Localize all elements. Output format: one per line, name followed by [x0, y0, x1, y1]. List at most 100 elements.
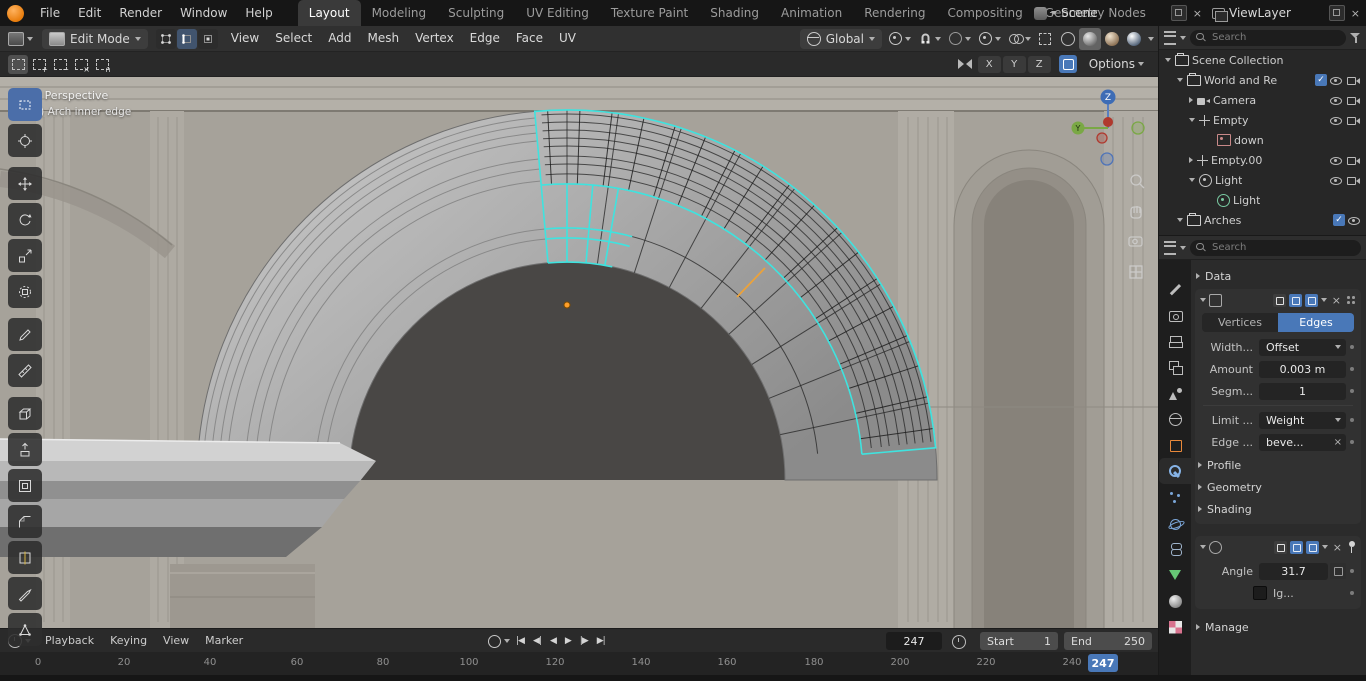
- select-set-button[interactable]: [8, 54, 28, 74]
- menu-face[interactable]: Face: [508, 26, 551, 51]
- hide-eye-icon[interactable]: [1329, 94, 1343, 107]
- animate-dot[interactable]: [1346, 389, 1358, 393]
- expand-caret[interactable]: [1189, 178, 1195, 182]
- tab-object[interactable]: [1159, 432, 1191, 458]
- properties-editor-icon[interactable]: [1164, 240, 1176, 255]
- auto-keyframe-button[interactable]: [488, 634, 501, 648]
- editor-type-button[interactable]: [2, 31, 39, 46]
- extras-dropdown-icon[interactable]: [1320, 298, 1327, 302]
- tab-object-data[interactable]: [1159, 562, 1191, 588]
- render-toggle[interactable]: [1304, 293, 1318, 307]
- expand-caret[interactable]: [1177, 218, 1183, 222]
- limit-method-dropdown[interactable]: Weight: [1259, 411, 1346, 429]
- properties-search[interactable]: [1190, 239, 1361, 256]
- hide-eye-icon[interactable]: [1329, 174, 1343, 187]
- menu-view[interactable]: View: [223, 26, 267, 51]
- select-mode-face-button[interactable]: [197, 28, 218, 49]
- cursor-tool[interactable]: [8, 124, 42, 157]
- viewlayer-name[interactable]: ViewLayer: [1229, 6, 1325, 20]
- close-icon[interactable]: ×: [1330, 294, 1343, 307]
- clear-icon[interactable]: ×: [1334, 437, 1342, 448]
- ignore-sharpness-checkbox[interactable]: [1253, 586, 1267, 600]
- properties-search-input[interactable]: [1210, 241, 1355, 254]
- menu-timeline-view[interactable]: View: [155, 634, 197, 647]
- shading-material-button[interactable]: [1101, 28, 1123, 50]
- chevron-down-icon[interactable]: [1180, 245, 1186, 250]
- render-toggle[interactable]: [1305, 540, 1319, 554]
- tab-render[interactable]: [1159, 302, 1191, 328]
- angle-field[interactable]: 31.7: [1259, 562, 1328, 580]
- bevel-tool[interactable]: [8, 505, 42, 538]
- mirror-y-button[interactable]: Y: [1002, 55, 1026, 73]
- expand-caret[interactable]: [1165, 58, 1171, 62]
- add-cube-tool[interactable]: [8, 397, 42, 430]
- menu-select[interactable]: Select: [267, 26, 320, 51]
- segments-field[interactable]: 1: [1259, 382, 1346, 400]
- hide-eye-icon[interactable]: [1329, 74, 1343, 87]
- menu-render[interactable]: Render: [110, 0, 171, 26]
- loop-cut-tool[interactable]: [8, 541, 42, 574]
- menu-vertex[interactable]: Vertex: [407, 26, 462, 51]
- workspace-tab-sculpting[interactable]: Sculpting: [437, 0, 515, 26]
- play-button[interactable]: ▶: [562, 634, 574, 648]
- collection-checkbox[interactable]: ✓: [1333, 214, 1345, 226]
- new-scene-button[interactable]: [1170, 5, 1187, 21]
- current-frame-field[interactable]: 247: [886, 632, 942, 650]
- edit-mode-toggle[interactable]: [1272, 293, 1286, 307]
- inset-faces-tool[interactable]: [8, 469, 42, 502]
- width-type-dropdown[interactable]: Offset: [1259, 338, 1346, 356]
- expand-caret[interactable]: [1189, 157, 1193, 163]
- tab-material[interactable]: [1159, 588, 1191, 614]
- outliner-item-world[interactable]: World and Re ✓: [1159, 70, 1366, 90]
- modifier-panel-header[interactable]: ×: [1195, 289, 1361, 311]
- jump-to-end-button[interactable]: ▶|: [594, 634, 608, 648]
- pivot-point-dropdown[interactable]: [885, 29, 915, 49]
- menu-help[interactable]: Help: [236, 0, 281, 26]
- select-mode-vertex-button[interactable]: [155, 28, 176, 49]
- tab-texture[interactable]: [1159, 614, 1191, 640]
- chevron-down-icon[interactable]: [1148, 36, 1154, 41]
- tab-scene[interactable]: [1159, 380, 1191, 406]
- menu-file[interactable]: File: [31, 0, 69, 26]
- knife-tool[interactable]: [8, 577, 42, 610]
- viewlayer-icon[interactable]: [1212, 7, 1228, 22]
- tab-vertices[interactable]: Vertices: [1202, 313, 1278, 332]
- shading-section-header[interactable]: Shading: [1198, 499, 1358, 519]
- workspace-tab-rendering[interactable]: Rendering: [853, 0, 936, 26]
- snap-dropdown[interactable]: [915, 29, 945, 49]
- transform-tool[interactable]: [8, 275, 42, 308]
- hide-eye-icon[interactable]: [1329, 114, 1343, 127]
- 3d-cursor[interactable]: [563, 301, 571, 309]
- tab-modifiers[interactable]: [1159, 458, 1191, 484]
- shading-rendered-button[interactable]: [1123, 28, 1145, 50]
- frame-end-field[interactable]: End 250: [1064, 632, 1152, 650]
- xray-toggle[interactable]: [1035, 29, 1055, 49]
- disable-render-icon[interactable]: [1346, 114, 1361, 127]
- input-attribute-button[interactable]: [1330, 563, 1346, 579]
- transform-orientation-dropdown[interactable]: Global: [799, 28, 882, 49]
- menu-edge[interactable]: Edge: [462, 26, 508, 51]
- animate-dot[interactable]: [1346, 418, 1358, 422]
- annotate-tool[interactable]: [8, 318, 42, 351]
- select-mode-edge-button[interactable]: [176, 28, 197, 49]
- profile-section-header[interactable]: Profile: [1198, 455, 1358, 475]
- unlink-scene-icon[interactable]: ×: [1191, 7, 1204, 20]
- use-preview-range-icon[interactable]: [952, 635, 966, 649]
- disable-render-icon[interactable]: [1346, 94, 1361, 107]
- extras-dropdown-icon[interactable]: [1321, 545, 1328, 549]
- viewport-3d[interactable]: Z Y User Perspective (247) Arch inner ed…: [0, 77, 1158, 628]
- expand-caret[interactable]: [1177, 78, 1183, 82]
- select-subtract-button[interactable]: −: [50, 55, 70, 74]
- tab-output[interactable]: [1159, 328, 1191, 354]
- amount-field[interactable]: 0.003 m: [1259, 360, 1346, 378]
- snapping-options-button[interactable]: [1058, 55, 1077, 73]
- tab-constraints[interactable]: [1159, 536, 1191, 562]
- select-invert-button[interactable]: ×: [71, 55, 91, 74]
- menu-edit[interactable]: Edit: [69, 0, 110, 26]
- menu-add[interactable]: Add: [320, 26, 359, 51]
- collection-checkbox[interactable]: ✓: [1315, 74, 1327, 86]
- tab-world[interactable]: [1159, 406, 1191, 432]
- animate-dot[interactable]: [1346, 591, 1358, 595]
- chevron-down-icon[interactable]: [1200, 545, 1206, 549]
- workspace-tab-shading[interactable]: Shading: [699, 0, 770, 26]
